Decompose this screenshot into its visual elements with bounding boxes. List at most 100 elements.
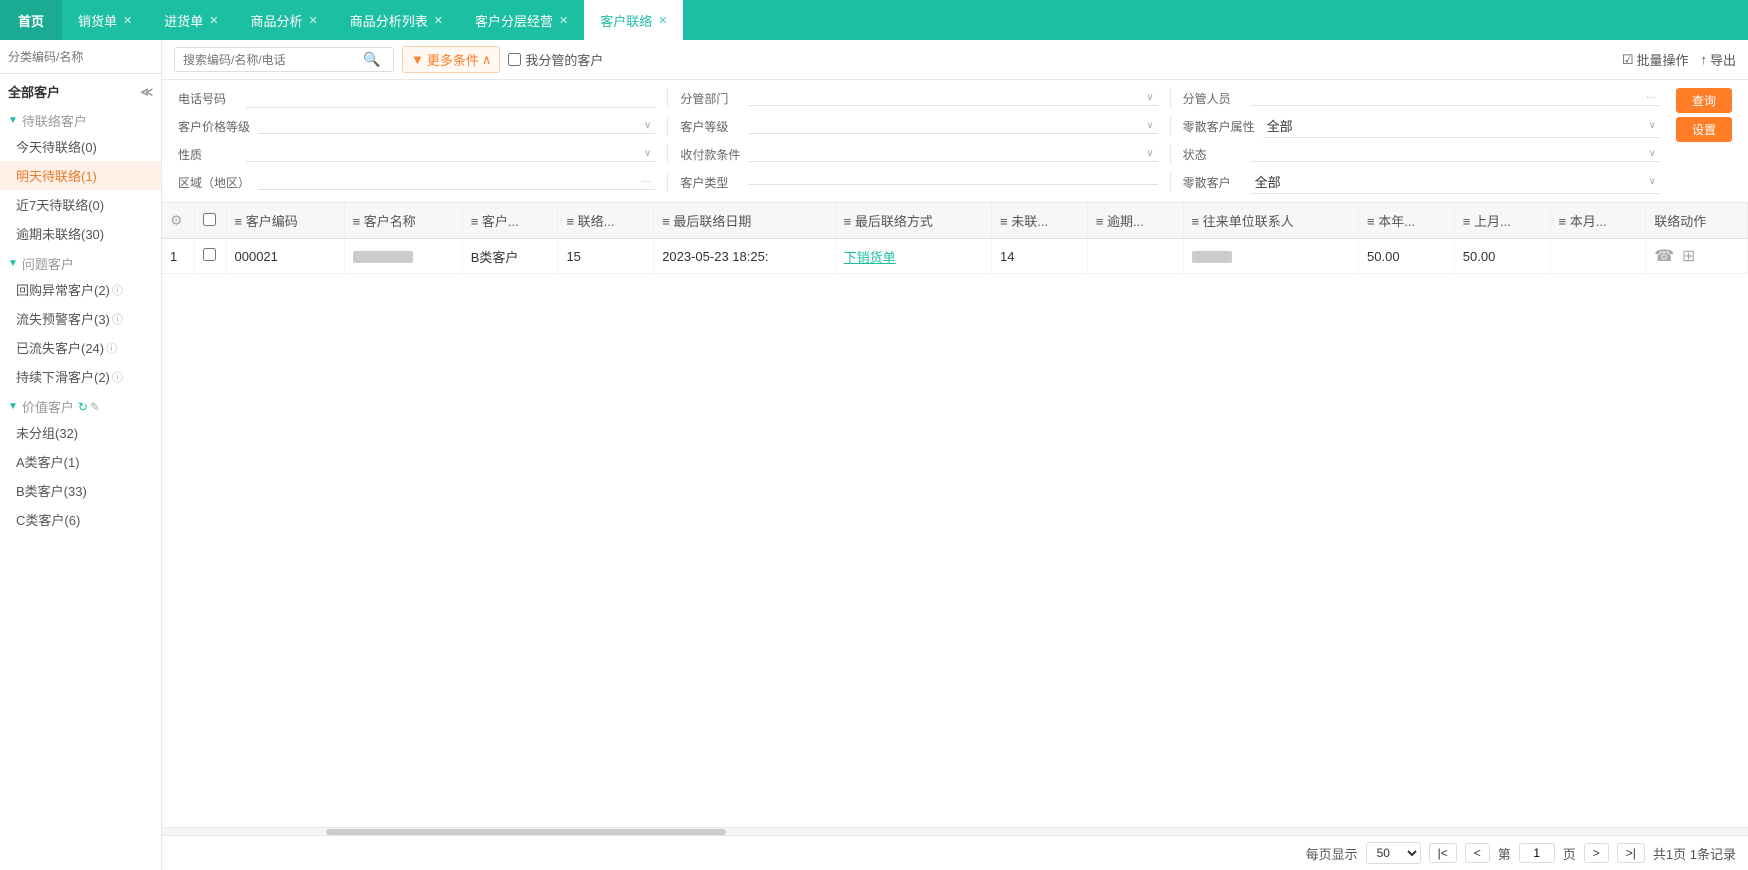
filter-payment-field: 收付款条件 ∨ (680, 146, 1157, 163)
area-select[interactable]: ··· (258, 174, 655, 190)
page-unit: 页 (1563, 844, 1576, 863)
row-type: B类客户 (462, 239, 558, 274)
value-level-select[interactable]: ∨ (258, 118, 655, 134)
sidebar-item-c-class[interactable]: C类客户(6) (0, 505, 161, 534)
sidebar-item-overdue-contact[interactable]: 逾期未联络(30) (0, 219, 161, 248)
zero-attr-select[interactable]: 全部 ∨ (1263, 114, 1660, 138)
status-select[interactable]: ∨ (1251, 146, 1660, 162)
col-customer-name: ≡ 客户名称 (344, 203, 462, 239)
customer-type-select[interactable] (748, 180, 1157, 185)
nav-sales-order[interactable]: 销货单 ✕ (62, 0, 148, 40)
col-last-contact-type: ≡ 最后联络方式 (835, 203, 991, 239)
dept-select[interactable]: ∨ (748, 90, 1157, 106)
info-icon-abnormal: ⓘ (112, 282, 123, 298)
row-contact-count: 15 (558, 239, 654, 274)
sidebar-item-churned[interactable]: 已流失客户(24) ⓘ (0, 333, 161, 362)
close-customer-contact-icon[interactable]: ✕ (658, 14, 667, 27)
sidebar-item-b-class[interactable]: B类客户(33) (0, 476, 161, 505)
qr-action-icon[interactable]: ⊞ (1682, 248, 1695, 265)
first-page-btn[interactable]: |< (1429, 843, 1457, 863)
divider2 (1170, 88, 1171, 108)
sidebar-item-a-class[interactable]: A类客户(1) (0, 447, 161, 476)
page-size-select[interactable]: 50 100 200 (1366, 842, 1421, 864)
sidebar-search-input[interactable] (8, 50, 162, 64)
customer-level-arrow: ∨ (1146, 120, 1153, 131)
col-customer-type: ≡ 客户... (462, 203, 558, 239)
col-lmonth-label: ≡ (1463, 214, 1474, 229)
prev-page-btn[interactable]: < (1465, 843, 1490, 863)
row-last-contact-date: 2023-05-23 18:25: (654, 239, 835, 274)
group-triangle-icon: ▼ (8, 115, 18, 126)
close-customer-segmentation-icon[interactable]: ✕ (559, 14, 568, 27)
zero-customer-arrow: ∨ (1649, 176, 1656, 187)
phone-input[interactable] (246, 89, 655, 108)
sidebar-item-today-contact[interactable]: 今天待联络(0) (0, 132, 161, 161)
last-contact-link[interactable]: 下销货单 (844, 250, 896, 265)
filter-manager-field: 分管人员 ··· (1183, 90, 1660, 107)
info-icon-churn-warning: ⓘ (112, 311, 123, 327)
col-no-contact: ≡ 未联... (992, 203, 1088, 239)
settings-button[interactable]: 设置 (1676, 117, 1732, 142)
settings-col-icon[interactable]: ⚙ (170, 212, 183, 228)
sidebar-collapse-icon[interactable]: ≪ (140, 85, 153, 99)
zero-attr-arrow: ∨ (1649, 120, 1656, 131)
sidebar-group-value-customers: ▼ 价值客户 ↻ ✎ (0, 391, 161, 418)
close-product-analysis-list-icon[interactable]: ✕ (434, 14, 443, 27)
nav-customer-contact[interactable]: 客户联络 ✕ (584, 0, 683, 40)
sidebar-item-declining[interactable]: 持续下滑客户(2) ⓘ (0, 362, 161, 391)
filter-more-btn[interactable]: ▼ 更多条件 ∧ (402, 46, 500, 73)
row-select-checkbox[interactable] (203, 248, 216, 261)
horizontal-scrollbar[interactable] (162, 827, 1748, 835)
sidebar-edit-icon[interactable]: ✎ (90, 400, 100, 414)
col-this-month: ≡ 本月... (1550, 203, 1646, 239)
close-sales-order-icon[interactable]: ✕ (123, 14, 132, 27)
next-page-btn[interactable]: > (1584, 843, 1609, 863)
col-settings: ⚙ (162, 203, 194, 239)
batch-op-btn[interactable]: ☑ 批量操作 (1622, 50, 1689, 69)
payment-arrow: ∨ (1146, 148, 1153, 159)
row-last-contact-type[interactable]: 下销货单 (835, 239, 991, 274)
nav-customer-segmentation[interactable]: 客户分层经营 ✕ (459, 0, 584, 40)
contact-action-icon[interactable]: ☎ (1654, 248, 1674, 265)
toolbar-search-icon[interactable]: 🔍 (363, 51, 380, 68)
col-year-label: ≡ (1367, 214, 1378, 229)
status-arrow: ∨ (1649, 148, 1656, 159)
select-all-checkbox[interactable] (203, 213, 216, 226)
close-purchase-order-icon[interactable]: ✕ (209, 14, 218, 27)
row-checkbox (194, 239, 226, 274)
sidebar-item-ungrouped[interactable]: 未分组(32) (0, 418, 161, 447)
toolbar-search-bar[interactable]: 🔍 (174, 47, 394, 72)
nav-product-analysis[interactable]: 商品分析 ✕ (234, 0, 333, 40)
zero-customer-select[interactable]: 全部 ∨ (1251, 170, 1660, 194)
nav-home[interactable]: 首页 (0, 0, 62, 40)
customer-level-select[interactable]: ∨ (748, 118, 1157, 134)
filter-gender-field: 性质 ∨ (178, 146, 655, 163)
nav-purchase-order[interactable]: 进货单 ✕ (148, 0, 234, 40)
filter-arrow-icon: ∧ (482, 52, 492, 68)
last-page-btn[interactable]: >| (1617, 843, 1645, 863)
nav-product-analysis-list[interactable]: 商品分析列表 ✕ (334, 0, 459, 40)
page-number-input[interactable] (1519, 843, 1555, 863)
close-product-analysis-icon[interactable]: ✕ (309, 14, 318, 27)
sidebar-item-7days-contact[interactable]: 近7天待联络(0) (0, 190, 161, 219)
manager-select[interactable]: ··· (1251, 90, 1660, 106)
row-contact-person (1183, 239, 1359, 274)
toolbar: 🔍 ▼ 更多条件 ∧ 我分管的客户 ☑ 批量操作 ↑ 导出 (162, 40, 1748, 80)
payment-select[interactable]: ∨ (748, 146, 1157, 162)
sidebar-search-bar[interactable]: 🔍 (0, 40, 161, 74)
zero-attr-label: 零散客户属性 (1183, 118, 1255, 135)
sidebar-refresh-icon[interactable]: ↻ (78, 400, 88, 414)
sidebar-item-churn-warning[interactable]: 流失预警客户(3) ⓘ (0, 304, 161, 333)
sidebar-item-tomorrow-contact[interactable]: 明天待联络(1) (0, 161, 161, 190)
my-customers-toggle[interactable]: 我分管的客户 (508, 50, 603, 69)
search-input[interactable] (183, 53, 363, 67)
my-customers-checkbox[interactable] (508, 53, 521, 66)
col-overdue: ≡ 逾期... (1087, 203, 1183, 239)
gender-select[interactable]: ∨ (246, 146, 655, 162)
scrollbar-thumb[interactable] (326, 829, 726, 835)
sidebar-all-customers[interactable]: 全部客户 ≪ (0, 74, 161, 105)
query-button[interactable]: 查询 (1676, 88, 1732, 113)
sidebar-item-abnormal-repurchase[interactable]: 回购异常客户(2) ⓘ (0, 275, 161, 304)
export-btn[interactable]: ↑ 导出 (1700, 50, 1736, 69)
group3-triangle-icon: ▼ (8, 401, 18, 412)
